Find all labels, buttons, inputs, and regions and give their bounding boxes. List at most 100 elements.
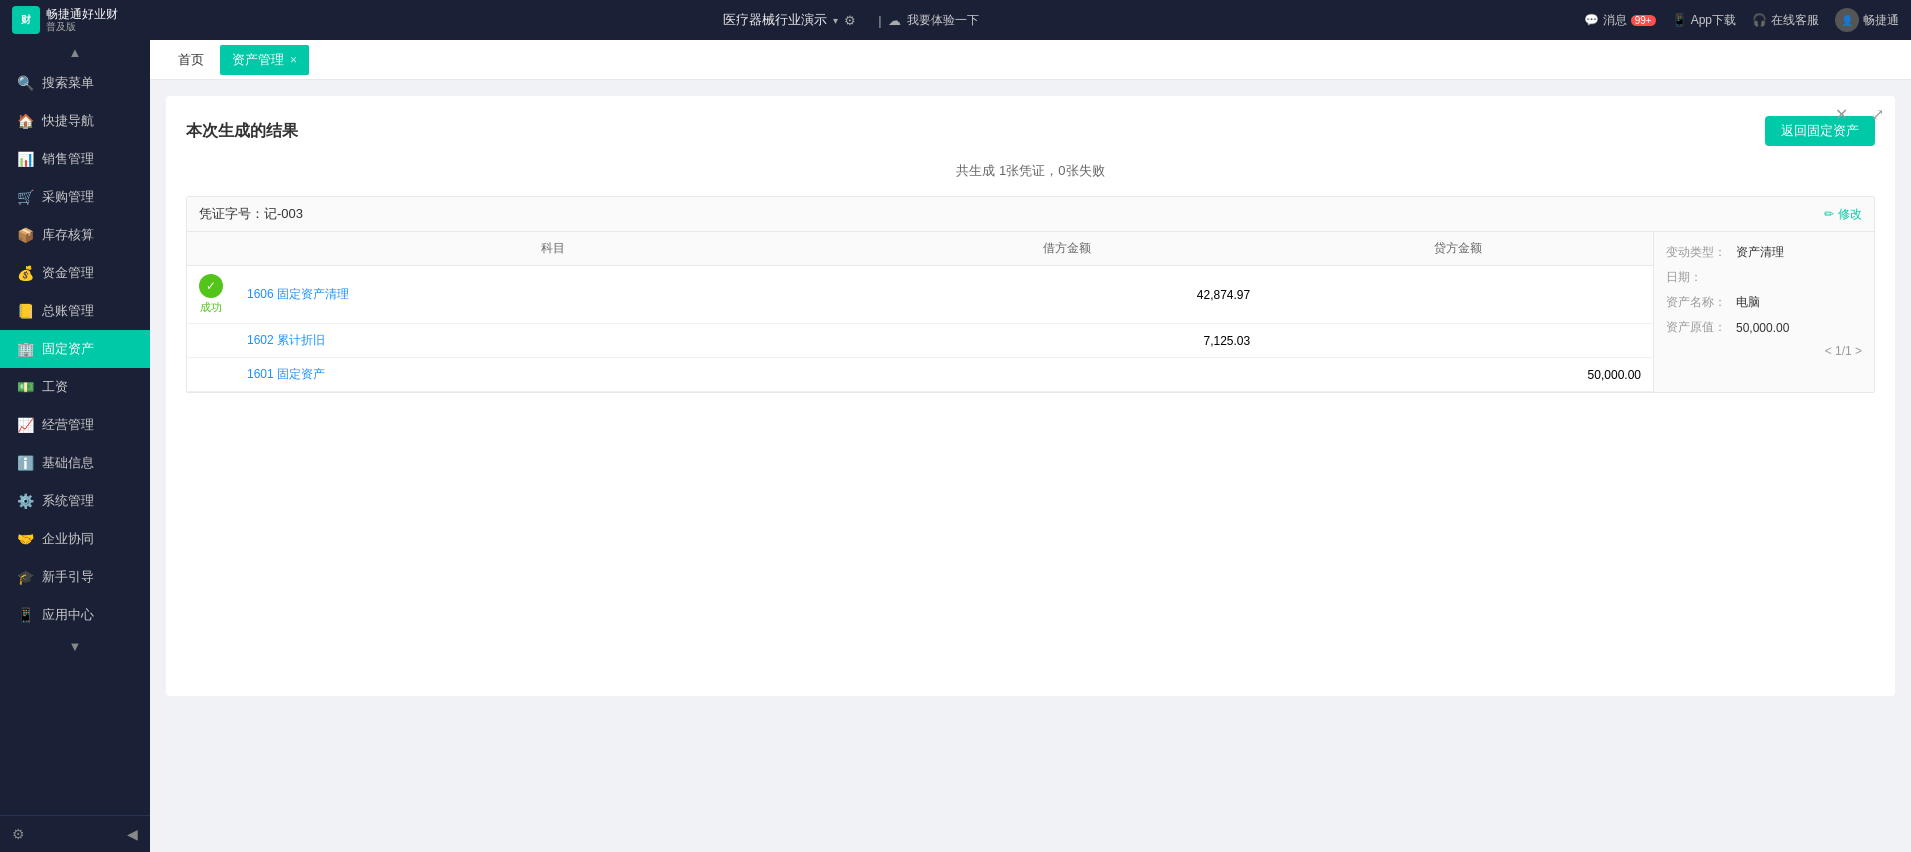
topbar-settings-icon[interactable]: ⚙ bbox=[844, 13, 856, 28]
trial-button[interactable]: 我要体验一下 bbox=[907, 12, 979, 29]
sidebar-item-operations[interactable]: 📈 经营管理 bbox=[0, 406, 150, 444]
sidebar-item-basic-info[interactable]: ℹ️ 基础信息 bbox=[0, 444, 150, 482]
side-pagination[interactable]: < 1/1 > bbox=[1666, 344, 1862, 358]
success-label: 成功 bbox=[200, 300, 222, 315]
tab-close-btn[interactable]: × bbox=[290, 53, 297, 67]
sidebar: ▲ 🔍 搜索菜单 🏠 快捷导航 📊 销售管理 🛒 采购管理 📦 库存核算 💰 资… bbox=[0, 40, 150, 852]
system-icon: ⚙️ bbox=[16, 493, 34, 509]
app-download-btn[interactable]: 📱 App下载 bbox=[1672, 12, 1736, 29]
topbar-right: 💬 消息 99+ 📱 App下载 🎧 在线客服 👤 畅捷通 bbox=[1584, 8, 1899, 32]
page-content: ✕ ⤢ 本次生成的结果 返回固定资产 共生成 1张凭证，0张失败 凭证字号：记-… bbox=[150, 80, 1911, 852]
payroll-icon: 💵 bbox=[16, 379, 34, 395]
result-header: 本次生成的结果 返回固定资产 bbox=[186, 116, 1875, 146]
settings-bottom-icon[interactable]: ⚙ bbox=[12, 826, 25, 842]
online-service-btn[interactable]: 🎧 在线客服 bbox=[1752, 12, 1819, 29]
table-row: 1602 累计折旧7,125.03 bbox=[187, 324, 1653, 358]
edit-voucher-btn[interactable]: ✏ 修改 bbox=[1824, 206, 1862, 223]
inventory-icon: 📦 bbox=[16, 227, 34, 243]
subject-cell: 1602 累计折旧 bbox=[235, 324, 871, 358]
app-download-label: App下载 bbox=[1691, 12, 1736, 29]
sidebar-item-app-center[interactable]: 📱 应用中心 bbox=[0, 596, 150, 634]
asset-value-value: 50,000.00 bbox=[1736, 321, 1789, 335]
edition-tag: 普及版 bbox=[46, 21, 118, 33]
debit-cell: 7,125.03 bbox=[871, 324, 1262, 358]
voucher-side: 变动类型： 资产清理 日期： 资产名称： 电脑 bbox=[1654, 232, 1874, 392]
fixed-assets-icon: 🏢 bbox=[16, 341, 34, 357]
sidebar-item-system-label: 系统管理 bbox=[42, 492, 94, 510]
voucher-number: 凭证字号：记-003 bbox=[199, 205, 303, 223]
side-asset-name: 资产名称： 电脑 bbox=[1666, 294, 1862, 311]
logo-title: 畅捷通好业财 bbox=[46, 7, 118, 21]
user-area[interactable]: 👤 畅捷通 bbox=[1835, 8, 1899, 32]
success-cell bbox=[187, 324, 235, 358]
sidebar-item-purchase[interactable]: 🛒 采购管理 bbox=[0, 178, 150, 216]
sidebar-scroll-down[interactable]: ▼ bbox=[0, 634, 150, 658]
sidebar-item-fixed-assets-label: 固定资产 bbox=[42, 340, 94, 358]
logo-text: 畅捷通好业财 普及版 bbox=[46, 7, 118, 33]
basic-info-icon: ℹ️ bbox=[16, 455, 34, 471]
topbar-left: 财 畅捷通好业财 普及版 bbox=[12, 6, 118, 34]
user-name: 畅捷通 bbox=[1863, 12, 1899, 29]
debit-cell bbox=[871, 358, 1262, 392]
sidebar-item-cooperation-label: 企业协同 bbox=[42, 530, 94, 548]
messages-btn[interactable]: 💬 消息 99+ bbox=[1584, 12, 1656, 29]
subject-cell: 1601 固定资产 bbox=[235, 358, 871, 392]
topbar-center: 医疗器械行业演示 ▾ ⚙ | ☁ 我要体验一下 bbox=[723, 11, 978, 29]
credit-col-header: 贷方金额 bbox=[1262, 232, 1653, 266]
sidebar-item-basic-info-label: 基础信息 bbox=[42, 454, 94, 472]
sidebar-item-app-center-label: 应用中心 bbox=[42, 606, 94, 624]
tab-asset-management[interactable]: 资产管理 × bbox=[220, 45, 309, 75]
sidebar-item-cooperation[interactable]: 🤝 企业协同 bbox=[0, 520, 150, 558]
topbar: 财 畅捷通好业财 普及版 医疗器械行业演示 ▾ ⚙ | ☁ 我要体验一下 💬 消… bbox=[0, 0, 1911, 40]
company-name: 医疗器械行业演示 bbox=[723, 11, 827, 29]
online-service-label: 在线客服 bbox=[1771, 12, 1819, 29]
collapse-icon[interactable]: ◀ bbox=[127, 826, 138, 842]
sidebar-scroll-up[interactable]: ▲ bbox=[0, 40, 150, 64]
company-dropdown-icon[interactable]: ▾ bbox=[833, 15, 838, 26]
avatar: 👤 bbox=[1835, 8, 1859, 32]
sidebar-item-quick-nav[interactable]: 🏠 快捷导航 bbox=[0, 102, 150, 140]
voucher-block: 凭证字号：记-003 ✏ 修改 bbox=[186, 196, 1875, 393]
edit-icon: ✏ bbox=[1824, 207, 1834, 221]
table-row: 1601 固定资产50,000.00 bbox=[187, 358, 1653, 392]
sidebar-item-sales[interactable]: 📊 销售管理 bbox=[0, 140, 150, 178]
app-center-icon: 📱 bbox=[16, 607, 34, 623]
sidebar-item-quick-nav-label: 快捷导航 bbox=[42, 112, 94, 130]
credit-cell bbox=[1262, 266, 1653, 324]
tab-bar: 首页 资产管理 × bbox=[150, 40, 1911, 80]
messages-badge: 99+ bbox=[1631, 15, 1656, 26]
sidebar-item-purchase-label: 采购管理 bbox=[42, 188, 94, 206]
table-row: ✓成功1606 固定资产清理42,874.97 bbox=[187, 266, 1653, 324]
cloud-icon: ☁ bbox=[888, 13, 901, 28]
sidebar-item-inventory[interactable]: 📦 库存核算 bbox=[0, 216, 150, 254]
logo-icon: 财 bbox=[12, 6, 40, 34]
voucher-table: 科目 借方金额 贷方金额 ✓成功1606 固定资产清理42,874.971602… bbox=[187, 232, 1654, 392]
content-area: 首页 资产管理 × ✕ ⤢ 本次生成的结果 返回固定资产 共生成 1张凭证，0张… bbox=[150, 40, 1911, 852]
result-title: 本次生成的结果 bbox=[186, 121, 298, 142]
asset-name-label: 资产名称： bbox=[1666, 294, 1736, 311]
sidebar-item-payroll[interactable]: 💵 工资 bbox=[0, 368, 150, 406]
sidebar-item-ledger[interactable]: 📒 总账管理 bbox=[0, 292, 150, 330]
sidebar-item-search-label: 搜索菜单 bbox=[42, 74, 94, 92]
panel-controls: ✕ ⤢ bbox=[1823, 96, 1895, 132]
sidebar-item-system[interactable]: ⚙️ 系统管理 bbox=[0, 482, 150, 520]
voucher-header: 凭证字号：记-003 ✏ 修改 bbox=[187, 197, 1874, 232]
asset-value-label: 资产原值： bbox=[1666, 319, 1736, 336]
side-date: 日期： bbox=[1666, 269, 1862, 286]
tab-home[interactable]: 首页 bbox=[166, 45, 216, 75]
success-cell bbox=[187, 358, 235, 392]
sidebar-item-finance[interactable]: 💰 资金管理 bbox=[0, 254, 150, 292]
sidebar-item-fixed-assets[interactable]: 🏢 固定资产 bbox=[0, 330, 150, 368]
sidebar-bottom: ⚙ ◀ bbox=[0, 815, 150, 852]
sidebar-item-search[interactable]: 🔍 搜索菜单 bbox=[0, 64, 150, 102]
home-icon: 🏠 bbox=[16, 113, 34, 129]
sidebar-item-guide[interactable]: 🎓 新手引导 bbox=[0, 558, 150, 596]
side-asset-value: 资产原值： 50,000.00 bbox=[1666, 319, 1862, 336]
sales-icon: 📊 bbox=[16, 151, 34, 167]
edit-label: 修改 bbox=[1838, 206, 1862, 223]
message-icon: 💬 bbox=[1584, 13, 1599, 27]
service-icon: 🎧 bbox=[1752, 13, 1767, 27]
close-panel-btn[interactable]: ✕ bbox=[1823, 96, 1859, 132]
expand-panel-btn[interactable]: ⤢ bbox=[1859, 96, 1895, 132]
sidebar-item-finance-label: 资金管理 bbox=[42, 264, 94, 282]
